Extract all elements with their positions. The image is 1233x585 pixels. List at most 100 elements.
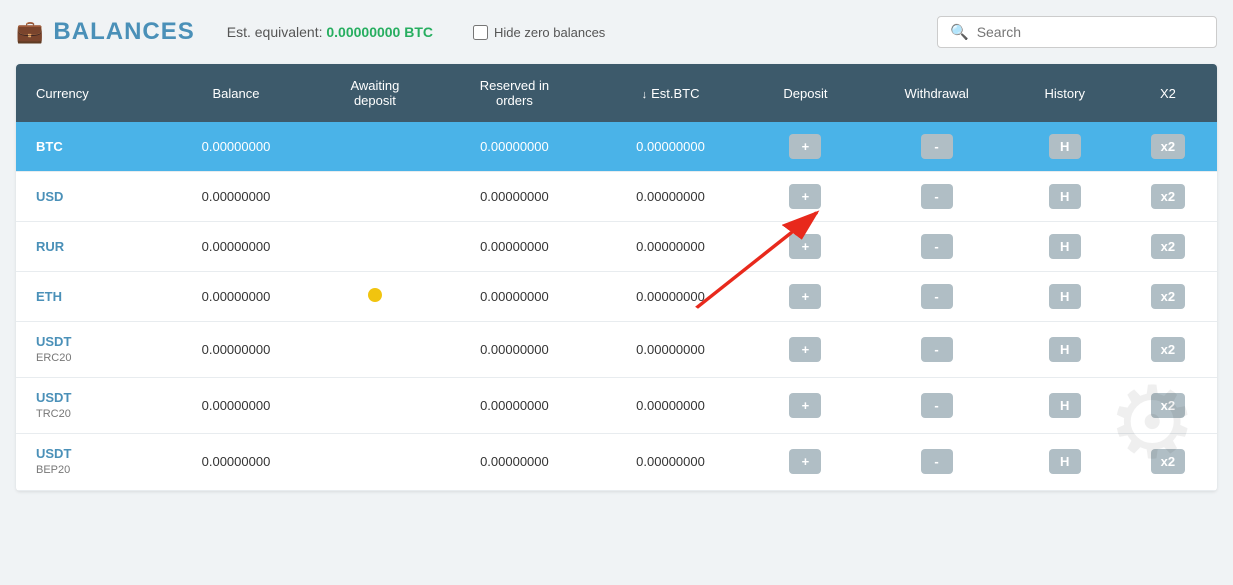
cell-x2: x2: [1119, 322, 1217, 378]
cell-balance: 0.00000000: [158, 172, 314, 222]
currency-link[interactable]: USDT: [36, 446, 146, 463]
table-row: USDT ERC20 0.000000000.000000000.0000000…: [16, 322, 1217, 378]
cell-withdraw: -: [863, 434, 1011, 490]
cell-currency: USDT ERC20: [16, 322, 158, 378]
page-wrapper: 💼 BALANCES Est. equivalent: 0.00000000 B…: [0, 0, 1233, 585]
cell-withdraw: -: [863, 272, 1011, 322]
cell-currency: RUR: [16, 222, 158, 272]
history-button[interactable]: H: [1049, 449, 1081, 474]
col-balance: Balance: [158, 64, 314, 122]
est-value: 0.00000000 BTC: [326, 24, 433, 40]
currency-link[interactable]: RUR: [36, 239, 64, 254]
cell-history: H: [1011, 222, 1119, 272]
search-input[interactable]: [977, 24, 1204, 40]
table-header-row: Currency Balance Awaitingdeposit Reserve…: [16, 64, 1217, 122]
cell-estbtc: 0.00000000: [593, 322, 749, 378]
x2-button[interactable]: x2: [1151, 134, 1185, 159]
table-row: USD 0.000000000.000000000.00000000 + - H…: [16, 172, 1217, 222]
col-estbtc[interactable]: Est.BTC: [593, 64, 749, 122]
table-body: BTC 0.000000000.000000000.00000000 + - H…: [16, 122, 1217, 490]
deposit-button[interactable]: +: [789, 234, 821, 259]
withdraw-button[interactable]: -: [921, 234, 953, 259]
history-button[interactable]: H: [1049, 284, 1081, 309]
cell-currency: BTC: [16, 122, 158, 172]
search-box[interactable]: 🔍: [937, 16, 1217, 48]
cell-history: H: [1011, 378, 1119, 434]
cell-withdraw: -: [863, 322, 1011, 378]
cell-estbtc: 0.00000000: [593, 222, 749, 272]
cell-deposit: +: [748, 172, 862, 222]
cell-deposit: +: [748, 378, 862, 434]
deposit-button[interactable]: +: [789, 449, 821, 474]
cell-x2: x2: [1119, 122, 1217, 172]
cell-reserved: 0.00000000: [436, 272, 593, 322]
history-button[interactable]: H: [1049, 234, 1081, 259]
deposit-button[interactable]: +: [789, 393, 821, 418]
col-history: History: [1011, 64, 1119, 122]
cell-x2: x2: [1119, 272, 1217, 322]
cell-awaiting: [314, 378, 436, 434]
yellow-dot: [368, 288, 382, 302]
deposit-button[interactable]: +: [789, 184, 821, 209]
cell-withdraw: -: [863, 222, 1011, 272]
cell-history: H: [1011, 272, 1119, 322]
cell-deposit: +: [748, 322, 862, 378]
cell-awaiting: [314, 122, 436, 172]
x2-button[interactable]: x2: [1151, 234, 1185, 259]
deposit-button[interactable]: +: [789, 284, 821, 309]
x2-button[interactable]: x2: [1151, 449, 1185, 474]
history-button[interactable]: H: [1049, 184, 1081, 209]
title-area: 💼 BALANCES: [16, 18, 195, 46]
hide-zero-label: Hide zero balances: [473, 25, 605, 40]
cell-estbtc: 0.00000000: [593, 172, 749, 222]
deposit-button[interactable]: +: [789, 134, 821, 159]
withdraw-button[interactable]: -: [921, 393, 953, 418]
col-withdrawal: Withdrawal: [863, 64, 1011, 122]
history-button[interactable]: H: [1049, 134, 1081, 159]
cell-currency: USDT BEP20: [16, 434, 158, 490]
currency-link[interactable]: USDT: [36, 390, 146, 407]
cell-awaiting: [314, 272, 436, 322]
deposit-button[interactable]: +: [789, 337, 821, 362]
cell-balance: 0.00000000: [158, 434, 314, 490]
x2-button[interactable]: x2: [1151, 393, 1185, 418]
currency-link[interactable]: USDT: [36, 334, 146, 351]
balances-table: Currency Balance Awaitingdeposit Reserve…: [16, 64, 1217, 491]
est-equivalent-label: Est. equivalent: 0.00000000 BTC: [227, 24, 433, 40]
cell-deposit: +: [748, 222, 862, 272]
table-row: ETH 0.000000000.000000000.00000000 + - H…: [16, 272, 1217, 322]
wallet-icon: 💼: [16, 19, 43, 45]
balances-table-container: Currency Balance Awaitingdeposit Reserve…: [16, 64, 1217, 491]
withdraw-button[interactable]: -: [921, 449, 953, 474]
history-button[interactable]: H: [1049, 393, 1081, 418]
cell-estbtc: 0.00000000: [593, 122, 749, 172]
page-title: BALANCES: [53, 18, 194, 46]
history-button[interactable]: H: [1049, 337, 1081, 362]
withdraw-button[interactable]: -: [921, 337, 953, 362]
cell-reserved: 0.00000000: [436, 322, 593, 378]
x2-button[interactable]: x2: [1151, 184, 1185, 209]
withdraw-button[interactable]: -: [921, 284, 953, 309]
currency-link[interactable]: ETH: [36, 289, 62, 304]
cell-reserved: 0.00000000: [436, 122, 593, 172]
col-reserved: Reserved inorders: [436, 64, 593, 122]
cell-deposit: +: [748, 272, 862, 322]
currency-link[interactable]: USD: [36, 189, 63, 204]
cell-estbtc: 0.00000000: [593, 434, 749, 490]
x2-button[interactable]: x2: [1151, 337, 1185, 362]
cell-deposit: +: [748, 122, 862, 172]
currency-link[interactable]: BTC: [36, 139, 63, 154]
cell-x2: x2: [1119, 222, 1217, 272]
hide-zero-checkbox[interactable]: [473, 25, 488, 40]
table-row: USDT BEP20 0.000000000.000000000.0000000…: [16, 434, 1217, 490]
cell-currency: USDT TRC20: [16, 378, 158, 434]
x2-button[interactable]: x2: [1151, 284, 1185, 309]
cell-balance: 0.00000000: [158, 272, 314, 322]
cell-currency: USD: [16, 172, 158, 222]
search-icon: 🔍: [950, 23, 969, 41]
withdraw-button[interactable]: -: [921, 184, 953, 209]
table-row: BTC 0.000000000.000000000.00000000 + - H…: [16, 122, 1217, 172]
cell-awaiting: [314, 222, 436, 272]
withdraw-button[interactable]: -: [921, 134, 953, 159]
col-deposit: Deposit: [748, 64, 862, 122]
